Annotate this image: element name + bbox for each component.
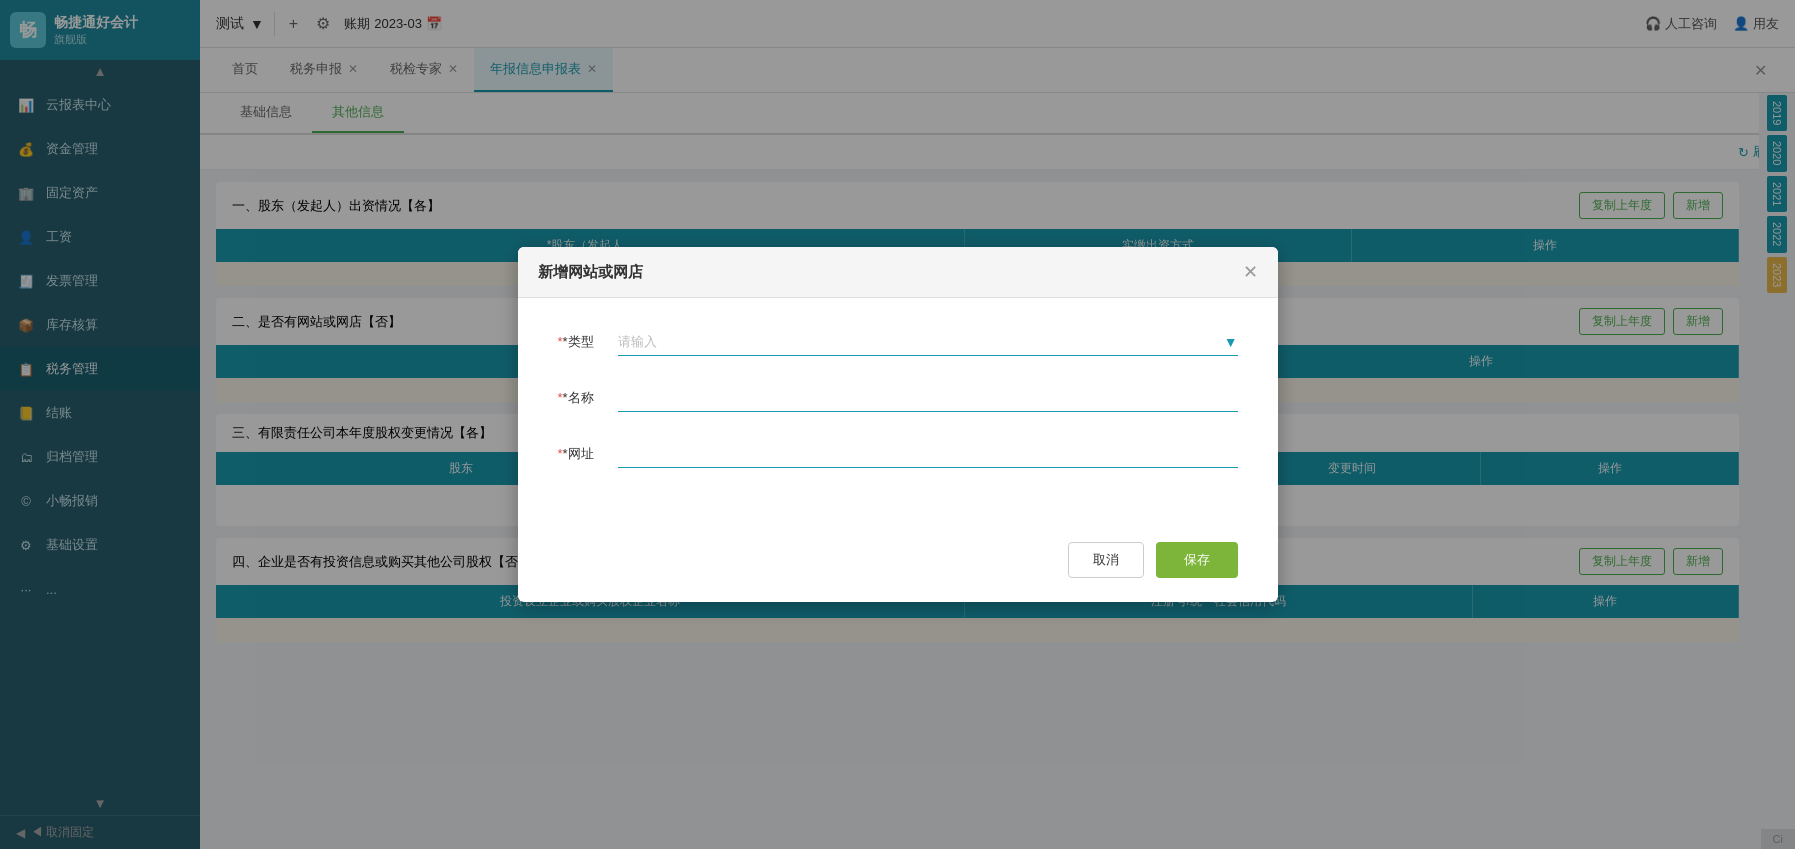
url-input[interactable] xyxy=(618,440,1238,468)
add-website-dialog: 新增网站或网店 ✕ **类型 ▼ **名称 xyxy=(518,247,1278,602)
name-input-wrapper xyxy=(618,384,1238,412)
dialog-body: **类型 ▼ **名称 **网址 xyxy=(518,298,1278,526)
type-dropdown-arrow[interactable]: ▼ xyxy=(1224,334,1238,350)
type-input-wrapper: ▼ xyxy=(618,328,1238,356)
dialog-overlay[interactable]: 新增网站或网店 ✕ **类型 ▼ **名称 xyxy=(0,0,1795,849)
dialog-footer: 取消 保存 xyxy=(518,526,1278,602)
url-label-text: *网址 xyxy=(563,446,594,461)
dialog-header: 新增网站或网店 ✕ xyxy=(518,247,1278,298)
type-label-text: *类型 xyxy=(563,334,594,349)
form-row-url: **网址 xyxy=(558,440,1238,468)
cancel-button[interactable]: 取消 xyxy=(1068,542,1144,578)
form-row-type: **类型 ▼ xyxy=(558,328,1238,356)
url-input-wrapper xyxy=(618,440,1238,468)
dialog-close-button[interactable]: ✕ xyxy=(1243,261,1258,283)
save-button[interactable]: 保存 xyxy=(1156,542,1238,578)
url-label: **网址 xyxy=(558,445,618,463)
form-row-name: **名称 xyxy=(558,384,1238,412)
type-label: **类型 xyxy=(558,333,618,351)
name-label: **名称 xyxy=(558,389,618,407)
type-input[interactable] xyxy=(618,328,1238,356)
dialog-title: 新增网站或网店 xyxy=(538,263,643,282)
name-input[interactable] xyxy=(618,384,1238,412)
name-label-text: *名称 xyxy=(563,390,594,405)
